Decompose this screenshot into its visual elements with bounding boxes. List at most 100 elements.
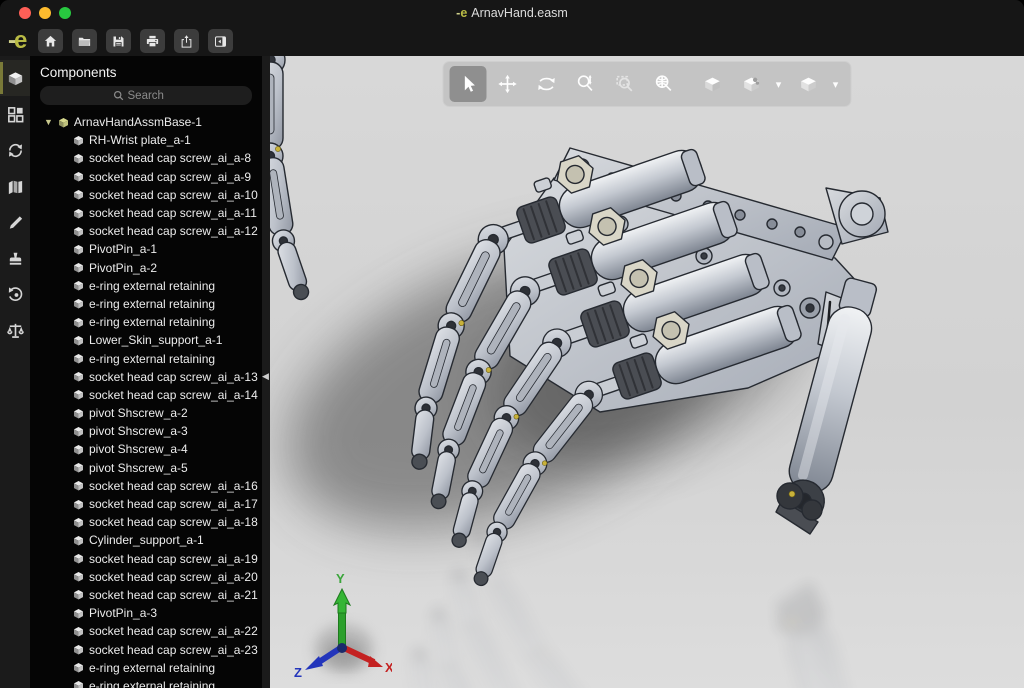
tree-root[interactable]: ▼ ArnavHandAssmBase-1	[30, 113, 262, 131]
orientation-button[interactable]	[790, 66, 827, 102]
tree-item[interactable]: PivotPin_a-3	[30, 604, 262, 622]
tree-item[interactable]: e-ring external retaining	[30, 313, 262, 331]
viewport: ▾ ▾ Z X Y	[270, 56, 1024, 688]
save-button[interactable]	[106, 29, 132, 53]
tool-move-component[interactable]	[0, 168, 30, 204]
tool-replay[interactable]	[0, 276, 30, 312]
minimize-button[interactable]	[39, 7, 51, 19]
tree-item[interactable]: e-ring external retaining	[30, 349, 262, 367]
tree-item-label: socket head cap screw_ai_a-12	[89, 224, 258, 239]
select-tool-button[interactable]	[449, 66, 487, 102]
orientation-dropdown-chevron[interactable]: ▾	[829, 66, 843, 102]
tool-views[interactable]	[0, 96, 30, 132]
tool-components[interactable]	[0, 60, 30, 96]
section-tool-button[interactable]	[694, 66, 731, 102]
tree-item[interactable]: PivotPin_a-1	[30, 240, 262, 258]
tree-item[interactable]: Cylinder_support_a-1	[30, 531, 262, 549]
tree-item[interactable]: e-ring external retaining	[30, 277, 262, 295]
part-icon	[74, 281, 83, 291]
tree-item[interactable]: socket head cap screw_ai_a-19	[30, 550, 262, 568]
tool-stamp[interactable]	[0, 240, 30, 276]
tree-item[interactable]: socket head cap screw_ai_a-17	[30, 495, 262, 513]
tree-item-label: socket head cap screw_ai_a-13	[89, 369, 258, 384]
tree-item[interactable]: socket head cap screw_ai_a-18	[30, 513, 262, 531]
tree-item[interactable]: RH-Wrist plate_a-1	[30, 131, 262, 149]
layers-stack-icon	[8, 180, 22, 194]
tree-item-label: PivotPin_a-3	[89, 606, 158, 621]
tree-item-label: socket head cap screw_ai_a-23	[89, 642, 258, 657]
part-icon	[74, 372, 83, 382]
appearance-dropdown-chevron[interactable]: ▾	[772, 66, 786, 102]
toggle-panel-button[interactable]	[208, 29, 234, 53]
panel-title: Components	[40, 65, 117, 80]
part-icon	[74, 444, 83, 455]
tool-markup[interactable]	[0, 204, 30, 240]
tree-item[interactable]: socket head cap screw_ai_a-21	[30, 586, 262, 604]
part-icon	[74, 135, 83, 146]
part-icon	[74, 463, 83, 473]
home-button[interactable]	[38, 29, 64, 53]
part-icon	[74, 317, 83, 328]
part-icon	[74, 645, 83, 655]
close-button[interactable]	[19, 7, 31, 19]
z-axis-label: Z	[294, 665, 302, 680]
tree-item[interactable]: socket head cap screw_ai_a-12	[30, 222, 262, 240]
tree-item-label: e-ring external retaining	[89, 315, 216, 330]
search-field[interactable]	[40, 86, 252, 105]
disclosure-triangle-icon[interactable]: ▼	[44, 117, 53, 127]
tree-item[interactable]: pivot Shscrew_a-3	[30, 422, 262, 440]
part-icon	[74, 517, 83, 528]
tree-item[interactable]: socket head cap screw_ai_a-22	[30, 622, 262, 640]
tree-item[interactable]: socket head cap screw_ai_a-23	[30, 640, 262, 658]
panel-collapse-handle[interactable]: ◀	[261, 367, 270, 385]
tree-item[interactable]: e-ring external retaining	[30, 677, 262, 688]
tree-item[interactable]: e-ring external retaining	[30, 659, 262, 677]
tree-item[interactable]: socket head cap screw_ai_a-16	[30, 477, 262, 495]
tool-strip	[0, 56, 30, 688]
tree-item[interactable]: socket head cap screw_ai_a-14	[30, 386, 262, 404]
tree-item[interactable]: pivot Shscrew_a-5	[30, 459, 262, 477]
tree-item[interactable]: socket head cap screw_ai_a-9	[30, 168, 262, 186]
search-icon	[113, 90, 123, 101]
tree-item[interactable]: Lower_Skin_support_a-1	[30, 331, 262, 349]
tree-item[interactable]: socket head cap screw_ai_a-8	[30, 149, 262, 167]
tree-item-label: PivotPin_a-1	[89, 242, 158, 257]
print-button[interactable]	[140, 29, 166, 53]
part-icon	[74, 172, 83, 182]
tree-item[interactable]: socket head cap screw_ai_a-13	[30, 368, 262, 386]
tool-measure[interactable]	[0, 312, 30, 348]
zoom-area-tool-button[interactable]	[606, 66, 643, 102]
part-icon	[74, 190, 83, 200]
part-icon	[74, 681, 83, 688]
tree-item[interactable]: pivot Shscrew_a-2	[30, 404, 262, 422]
tree-item[interactable]: pivot Shscrew_a-4	[30, 440, 262, 458]
appearance-button[interactable]	[733, 66, 770, 102]
open-button[interactable]	[72, 29, 98, 53]
tree-item[interactable]: socket head cap screw_ai_a-20	[30, 568, 262, 586]
zoom-icon	[577, 74, 593, 91]
zoom-fit-tool-button[interactable]	[645, 66, 682, 102]
tree-item[interactable]: e-ring external retaining	[30, 295, 262, 313]
rotate-tool-button[interactable]	[528, 66, 565, 102]
traffic-lights	[19, 7, 71, 19]
viewport-toolbar: ▾ ▾	[443, 62, 851, 106]
tool-reset[interactable]	[0, 132, 30, 168]
tree-item[interactable]: PivotPin_a-2	[30, 259, 262, 277]
part-icon	[74, 572, 83, 582]
folder-icon	[79, 37, 91, 46]
pan-tool-button[interactable]	[489, 66, 526, 102]
share-button[interactable]	[174, 29, 200, 53]
titlebar: -e ArnavHand.easm	[0, 0, 1024, 26]
tree-item-label: pivot Shscrew_a-3	[89, 424, 188, 439]
tree-item[interactable]: socket head cap screw_ai_a-11	[30, 204, 262, 222]
part-icon	[74, 426, 83, 437]
tree-item-label: e-ring external retaining	[89, 660, 216, 675]
tree-item[interactable]: socket head cap screw_ai_a-10	[30, 186, 262, 204]
tree-item-label: Lower_Skin_support_a-1	[89, 333, 223, 348]
window-title: -e ArnavHand.easm	[456, 6, 568, 20]
zoom-button[interactable]	[59, 7, 71, 19]
tree-item-label: socket head cap screw_ai_a-19	[89, 551, 258, 566]
part-icon	[74, 390, 83, 400]
zoom-tool-button[interactable]	[567, 66, 604, 102]
search-input[interactable]	[127, 89, 180, 102]
